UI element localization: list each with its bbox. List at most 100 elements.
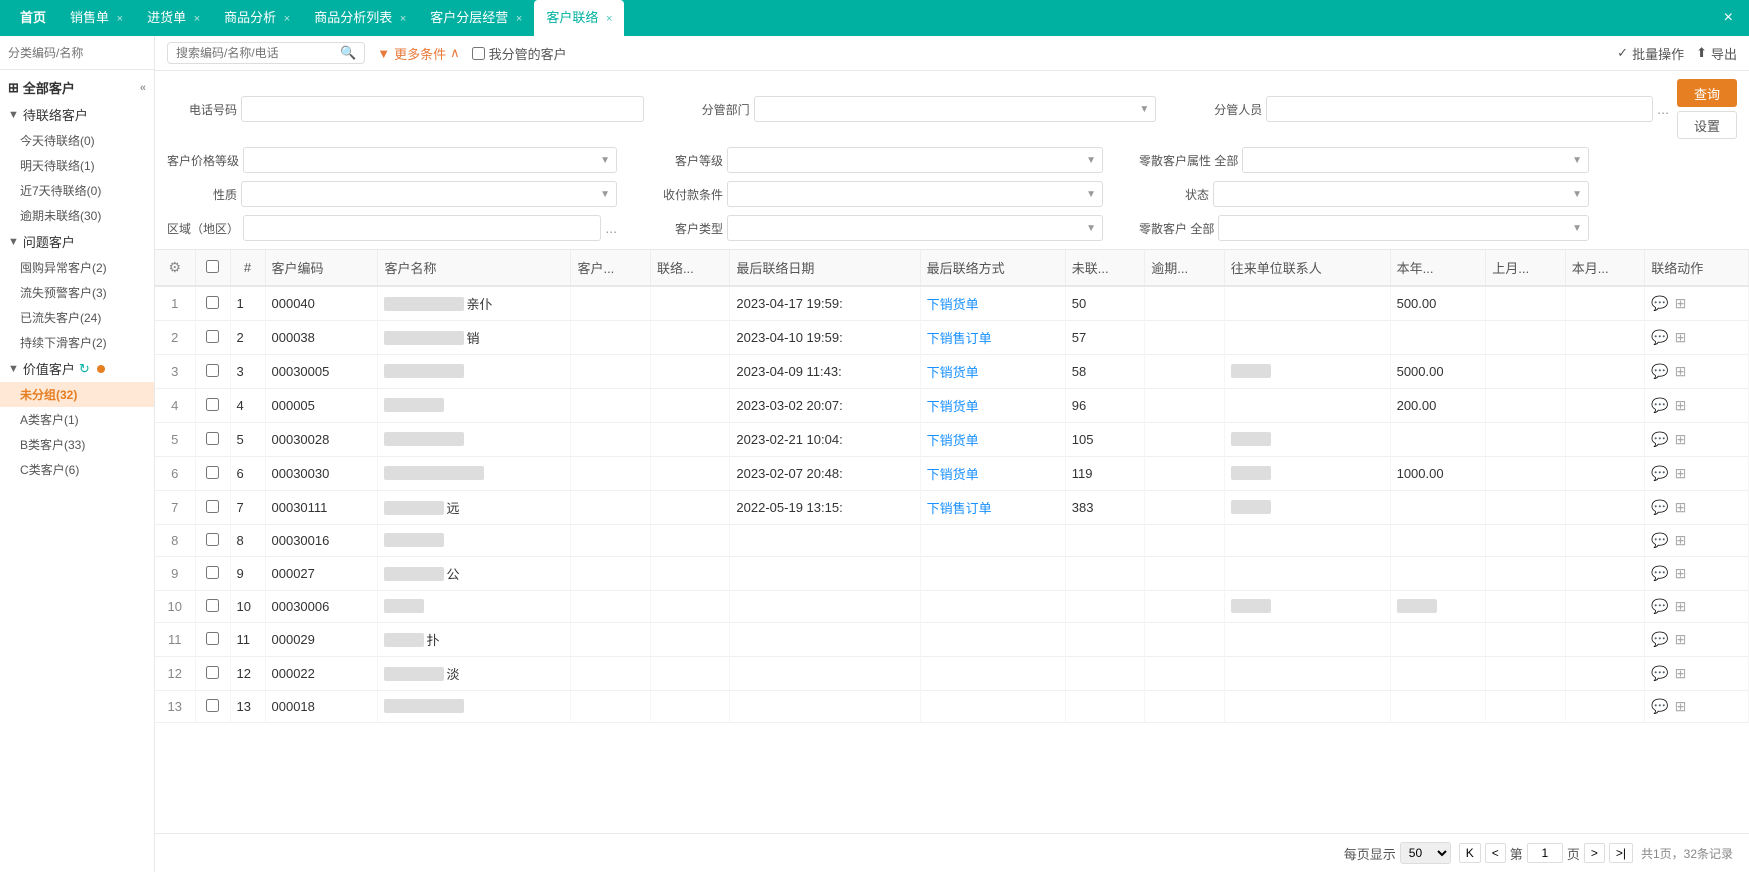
sidebar-item-ungrouped[interactable]: 未分组(32) <box>0 382 154 407</box>
sidebar-all-customers[interactable]: ⊞ 全部客户 « <box>0 70 154 101</box>
cell-check-6[interactable] <box>195 491 230 525</box>
sidebar-item-overdue[interactable]: 逾期未联络(30) <box>0 203 154 228</box>
retail-attr-select[interactable]: ▼ <box>1242 147 1589 173</box>
last-method-link-5[interactable]: 下销货单 <box>927 467 979 482</box>
nature-select[interactable]: ▼ <box>241 181 617 207</box>
cell-check-7[interactable] <box>195 525 230 557</box>
action-grid-icon-4[interactable]: ⊞ <box>1675 431 1687 448</box>
tab-sales-order[interactable]: 销售单 × <box>58 0 135 36</box>
refresh-icon[interactable]: ↻ <box>79 361 90 377</box>
cell-check-10[interactable] <box>195 623 230 657</box>
action-grid-icon-7[interactable]: ⊞ <box>1675 532 1687 549</box>
cell-check-9[interactable] <box>195 591 230 623</box>
sidebar-item-declining[interactable]: 持续下滑客户(2) <box>0 330 154 355</box>
tab-purchase-order[interactable]: 进货单 × <box>135 0 212 36</box>
last-method-link-3[interactable]: 下销货单 <box>927 399 979 414</box>
row-checkbox-12[interactable] <box>206 699 219 712</box>
cell-last-method-3[interactable]: 下销货单 <box>920 389 1065 423</box>
cell-last-method-1[interactable]: 下销售订单 <box>920 321 1065 355</box>
action-chat-icon-5[interactable]: 💬 <box>1651 465 1668 482</box>
last-method-link-2[interactable]: 下销货单 <box>927 365 979 380</box>
section-pending-contact[interactable]: ▼ 待联络客户 <box>0 101 154 128</box>
sidebar-search-input[interactable] <box>8 46 155 60</box>
cell-last-method-0[interactable]: 下销货单 <box>920 286 1065 321</box>
cell-last-method-5[interactable]: 下销货单 <box>920 457 1065 491</box>
action-grid-icon-2[interactable]: ⊞ <box>1675 363 1687 380</box>
cell-check-12[interactable] <box>195 691 230 723</box>
payment-select[interactable]: ▼ <box>727 181 1103 207</box>
th-checkbox[interactable] <box>195 250 230 286</box>
row-checkbox-11[interactable] <box>206 666 219 679</box>
cell-last-method-4[interactable]: 下销货单 <box>920 423 1065 457</box>
close-product-analysis-icon[interactable]: × <box>284 13 290 25</box>
last-method-link-4[interactable]: 下销货单 <box>927 433 979 448</box>
action-chat-icon-11[interactable]: 💬 <box>1651 665 1668 682</box>
tab-customer-contact[interactable]: 客户联络 × <box>534 0 624 36</box>
first-page-button[interactable]: K <box>1459 843 1481 863</box>
tab-product-analysis[interactable]: 商品分析 × <box>212 0 302 36</box>
batch-ops-button[interactable]: ✓ 批量操作 <box>1617 44 1684 63</box>
row-checkbox-2[interactable] <box>206 364 219 377</box>
action-grid-icon-0[interactable]: ⊞ <box>1675 295 1687 312</box>
last-page-button[interactable]: >| <box>1609 843 1633 863</box>
price-grade-select[interactable]: ▼ <box>243 147 617 173</box>
home-tab[interactable]: 首页 <box>8 0 58 36</box>
sidebar-item-churned[interactable]: 已流失客户(24) <box>0 305 154 330</box>
last-method-link-6[interactable]: 下销售订单 <box>927 501 992 516</box>
th-this-month[interactable]: 本月... <box>1565 250 1644 286</box>
manager-dots-button[interactable]: ... <box>1657 101 1669 117</box>
action-chat-icon-9[interactable]: 💬 <box>1651 598 1668 615</box>
page-input[interactable] <box>1527 843 1563 863</box>
action-chat-icon-1[interactable]: 💬 <box>1651 329 1668 346</box>
row-checkbox-6[interactable] <box>206 500 219 513</box>
action-grid-icon-3[interactable]: ⊞ <box>1675 397 1687 414</box>
page-size-select[interactable]: 50 20 100 <box>1400 842 1451 864</box>
cell-check-4[interactable] <box>195 423 230 457</box>
query-button[interactable]: 查询 <box>1677 79 1737 107</box>
region-dots-button[interactable]: ... <box>605 220 617 236</box>
sidebar-item-tomorrow[interactable]: 明天待联络(1) <box>0 153 154 178</box>
th-customer-code[interactable]: 客户编码 <box>265 250 378 286</box>
action-grid-icon-1[interactable]: ⊞ <box>1675 329 1687 346</box>
action-chat-icon-6[interactable]: 💬 <box>1651 499 1668 516</box>
action-grid-icon-11[interactable]: ⊞ <box>1675 665 1687 682</box>
settings-icon[interactable]: ⚙ <box>168 259 181 275</box>
last-method-link-1[interactable]: 下销售订单 <box>927 331 992 346</box>
cell-check-3[interactable] <box>195 389 230 423</box>
action-chat-icon-7[interactable]: 💬 <box>1651 532 1668 549</box>
close-purchase-order-icon[interactable]: × <box>194 13 200 25</box>
th-contact[interactable]: 联络... <box>650 250 729 286</box>
th-this-year[interactable]: 本年... <box>1390 250 1486 286</box>
sidebar-item-7days[interactable]: 近7天待联络(0) <box>0 178 154 203</box>
retail-customer-select[interactable]: ▼ <box>1218 215 1589 241</box>
sidebar-item-hoarding[interactable]: 囤购异常客户(2) <box>0 255 154 280</box>
close-customer-segment-icon[interactable]: × <box>516 13 522 25</box>
section-value-customers[interactable]: ▼ 价值客户 ↻ <box>0 355 154 382</box>
cell-check-8[interactable] <box>195 557 230 591</box>
th-last-date[interactable]: 最后联络日期 <box>730 250 920 286</box>
row-checkbox-5[interactable] <box>206 466 219 479</box>
cell-check-2[interactable] <box>195 355 230 389</box>
reset-button[interactable]: 设置 <box>1677 111 1737 139</box>
action-grid-icon-10[interactable]: ⊞ <box>1675 631 1687 648</box>
section-problem-customers[interactable]: ▼ 问题客户 <box>0 228 154 255</box>
close-sales-order-icon[interactable]: × <box>117 13 123 25</box>
tab-product-analysis-list[interactable]: 商品分析列表 × <box>302 0 418 36</box>
cell-check-5[interactable] <box>195 457 230 491</box>
prev-page-button[interactable]: < <box>1485 843 1506 863</box>
manager-select[interactable] <box>1266 96 1653 122</box>
action-chat-icon-12[interactable]: 💬 <box>1651 698 1668 715</box>
more-conditions-button[interactable]: ▼ 更多条件 ∧ <box>377 44 459 63</box>
row-checkbox-0[interactable] <box>206 296 219 309</box>
sidebar-item-today[interactable]: 今天待联络(0) <box>0 128 154 153</box>
cell-check-11[interactable] <box>195 657 230 691</box>
action-grid-icon-5[interactable]: ⊞ <box>1675 465 1687 482</box>
next-page-button[interactable]: > <box>1584 843 1605 863</box>
main-search-input[interactable] <box>176 46 336 60</box>
sidebar-item-class-a[interactable]: A类客户(1) <box>0 407 154 432</box>
th-overdue[interactable]: 逾期... <box>1145 250 1224 286</box>
action-chat-icon-4[interactable]: 💬 <box>1651 431 1668 448</box>
customer-type-select[interactable]: ▼ <box>727 215 1103 241</box>
action-chat-icon-10[interactable]: 💬 <box>1651 631 1668 648</box>
region-select[interactable] <box>243 215 601 241</box>
